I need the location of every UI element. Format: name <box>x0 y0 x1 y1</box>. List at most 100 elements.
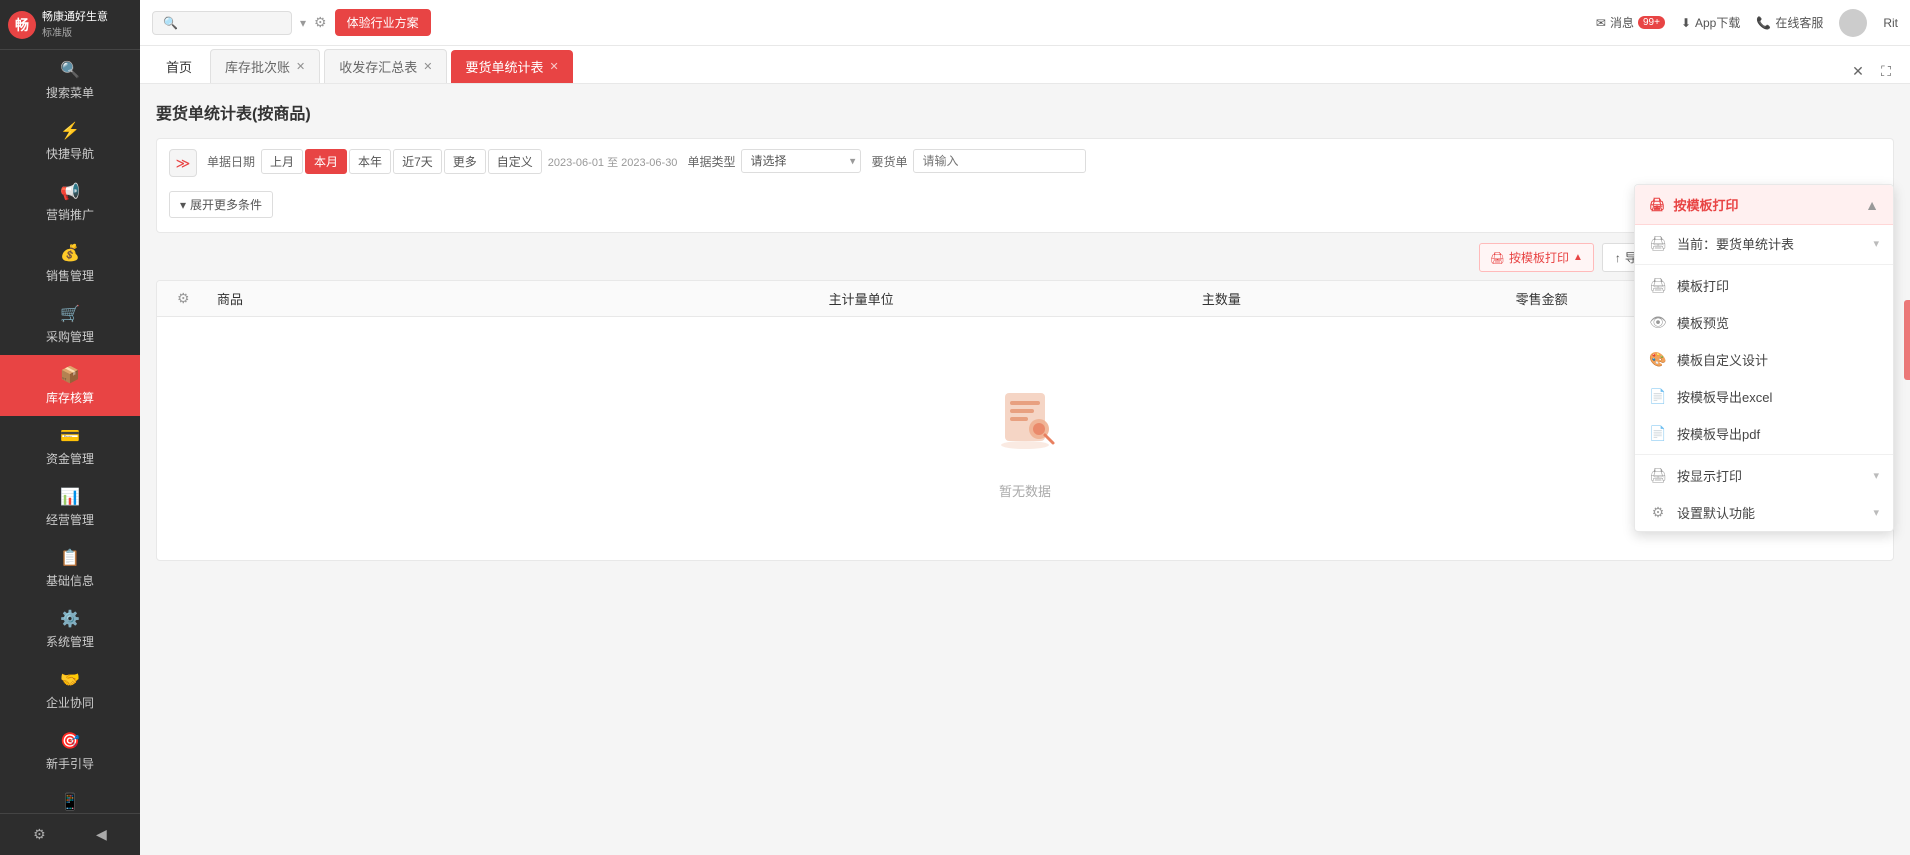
dropdown-item-set-default[interactable]: ⚙ 设置默认功能 ▾ <box>1635 494 1893 531</box>
set-default-icon: ⚙ <box>1649 504 1667 521</box>
date-btn-this-year[interactable]: 本年 <box>349 149 391 174</box>
messages-label: 消息 <box>1610 14 1634 31</box>
sidebar-item-quick-nav[interactable]: ⚡ 快捷导航 <box>0 111 140 172</box>
tab-close-all-btn[interactable]: ✕ <box>1846 59 1870 83</box>
logo-title: 畅康通好生意 <box>42 10 108 24</box>
expand-label: 展开更多条件 <box>190 196 262 213</box>
date-btn-current-month[interactable]: 本月 <box>305 149 347 174</box>
sidebar-item-enterprise[interactable]: 🤝 企业协同 <box>0 660 140 721</box>
avatar <box>1839 9 1867 37</box>
trial-btn[interactable]: 体验行业方案 <box>335 9 431 36</box>
current-template-icon: 🖨 <box>1649 235 1667 252</box>
col-settings[interactable]: ⚙ <box>169 290 209 307</box>
sidebar-item-label: 搜索菜单 <box>46 84 94 101</box>
date-btn-7days[interactable]: 近7天 <box>393 149 442 174</box>
filter-row2: ▾ 展开更多条件 <box>169 191 273 222</box>
empty-icon <box>985 377 1065 471</box>
header-search-icon: 🔍 <box>163 16 178 30</box>
scroll-indicator[interactable] <box>1904 300 1910 380</box>
goods-filter-label: 要货单 <box>871 153 907 170</box>
sidebar-item-system[interactable]: ⚙️ 系统管理 <box>0 599 140 660</box>
type-select[interactable]: 请选择 <box>741 149 861 173</box>
header: 🔍 ▾ ⚙ 体验行业方案 ✉ 消息 99+ ⬇ App下载 📞 在线客服 Rit <box>140 0 1910 46</box>
dropdown-item-template-preview[interactable]: 👁 模板预览 <box>1635 304 1893 341</box>
dropdown-item-export-pdf[interactable]: 📄 按模板导出pdf <box>1635 415 1893 452</box>
logo-badge: 标准版 <box>42 24 108 39</box>
printer-icon: 🖨 <box>1490 251 1505 265</box>
system-icon: ⚙️ <box>60 609 80 629</box>
sidebar-item-search[interactable]: 🔍 搜索菜单 <box>0 50 140 111</box>
dropdown-close-btn[interactable]: ▲ <box>1865 197 1879 213</box>
main-area: 🔍 ▾ ⚙ 体验行业方案 ✉ 消息 99+ ⬇ App下载 📞 在线客服 Rit <box>140 0 1910 855</box>
type-select-wrap[interactable]: 请选择 <box>741 149 861 173</box>
sidebar-item-operations[interactable]: 📊 经营管理 <box>0 477 140 538</box>
tab-inventory-batch-close[interactable]: ✕ <box>296 60 305 73</box>
expand-conditions-btn[interactable]: ▾ 展开更多条件 <box>169 191 273 218</box>
display-print-arrow: ▾ <box>1873 469 1879 482</box>
tab-home[interactable]: 首页 <box>152 50 206 83</box>
tab-inventory-batch[interactable]: 库存批次账 ✕ <box>210 49 320 83</box>
tab-receipt-summary-label: 收发存汇总表 <box>339 57 417 76</box>
date-btn-custom[interactable]: 自定义 <box>488 149 542 174</box>
basic-icon: 📋 <box>60 548 80 568</box>
operations-icon: 📊 <box>60 487 80 507</box>
template-design-icon: 🎨 <box>1649 351 1667 368</box>
tab-order-stats-close[interactable]: ✕ <box>550 60 559 73</box>
logo-icon: 畅 <box>8 11 36 39</box>
dropdown-current-template[interactable]: 🖨 当前：要货单统计表 ▾ <box>1635 225 1893 262</box>
sidebar-item-inventory[interactable]: 📦 库存核算 <box>0 355 140 416</box>
date-btn-more[interactable]: 更多 <box>444 149 486 174</box>
message-icon: ✉ <box>1596 16 1606 30</box>
messages-btn[interactable]: ✉ 消息 99+ <box>1596 14 1665 31</box>
sidebar-item-label: 企业协同 <box>46 694 94 711</box>
online-service-btn[interactable]: 📞 在线客服 <box>1756 14 1823 31</box>
sidebar-item-purchase[interactable]: 🛒 采购管理 <box>0 294 140 355</box>
print-template-btn[interactable]: 🖨 按模板打印 ▲ <box>1479 243 1594 272</box>
logo-text-wrap: 畅康通好生意 标准版 <box>42 10 108 39</box>
sidebar-item-sales[interactable]: 💰 销售管理 <box>0 233 140 294</box>
tab-receipt-summary[interactable]: 收发存汇总表 ✕ <box>324 49 447 83</box>
sidebar-item-marketing[interactable]: 📢 营销推广 <box>0 172 140 233</box>
tab-order-stats[interactable]: 要货单统计表 ✕ <box>451 50 572 83</box>
app-center-icon: 📱 <box>60 792 80 812</box>
header-search-box[interactable]: 🔍 <box>152 11 292 35</box>
dropdown-item-export-excel[interactable]: 📄 按模板导出excel <box>1635 378 1893 415</box>
settings-gear-btn[interactable]: ⚙ <box>29 822 50 847</box>
empty-text: 暂无数据 <box>999 481 1051 500</box>
marketing-icon: 📢 <box>60 182 80 202</box>
dropdown-item-template-design[interactable]: 🎨 模板自定义设计 <box>1635 341 1893 378</box>
sidebar-item-label: 系统管理 <box>46 633 94 650</box>
dropdown-item-display-print[interactable]: 🖨 按显示打印 ▾ <box>1635 457 1893 494</box>
collapse-btn[interactable]: ◀ <box>92 822 111 847</box>
service-icon: 📞 <box>1756 16 1771 30</box>
sidebar-item-newbie[interactable]: 🎯 新手引导 <box>0 721 140 782</box>
template-preview-label: 模板预览 <box>1677 313 1879 332</box>
sidebar-item-basic[interactable]: 📋 基础信息 <box>0 538 140 599</box>
header-chevron-icon[interactable]: ▾ <box>300 16 306 30</box>
date-range-display: 2023-06-01 至 2023-06-30 <box>548 154 678 170</box>
tab-receipt-summary-close[interactable]: ✕ <box>423 60 432 73</box>
dropdown-divider1 <box>1635 264 1893 265</box>
export-pdf-icon: 📄 <box>1649 425 1667 442</box>
sidebar-item-label: 资金管理 <box>46 450 94 467</box>
tab-maximize-btn[interactable]: ⛶ <box>1874 59 1898 83</box>
filter-group-goods: 要货单 <box>871 149 1086 173</box>
app-download-btn[interactable]: ⬇ App下载 <box>1681 14 1740 31</box>
dropdown-title: 🖨 按模板打印 <box>1649 195 1739 214</box>
export-icon: ↑ <box>1615 251 1621 265</box>
header-gear-icon[interactable]: ⚙ <box>314 14 327 31</box>
export-excel-icon: 📄 <box>1649 388 1667 405</box>
export-excel-label: 按模板导出excel <box>1677 387 1879 406</box>
sidebar-item-app-center[interactable]: 📱 应用中心 <box>0 782 140 813</box>
sidebar-bottom: ⚙ ◀ <box>0 813 140 855</box>
template-preview-icon: 👁 <box>1649 314 1667 331</box>
goods-input[interactable] <box>913 149 1086 173</box>
sidebar-item-finance[interactable]: 💳 资金管理 <box>0 416 140 477</box>
dropdown-item-template-print[interactable]: 🖨 模板打印 <box>1635 267 1893 304</box>
sales-icon: 💰 <box>60 243 80 263</box>
date-btn-last-month[interactable]: 上月 <box>261 149 303 174</box>
print-chevron-icon: ▲ <box>1573 252 1583 263</box>
tab-home-label: 首页 <box>166 57 192 76</box>
filter-toggle-btn[interactable]: ≫ <box>169 149 197 177</box>
set-default-label: 设置默认功能 <box>1677 503 1863 522</box>
